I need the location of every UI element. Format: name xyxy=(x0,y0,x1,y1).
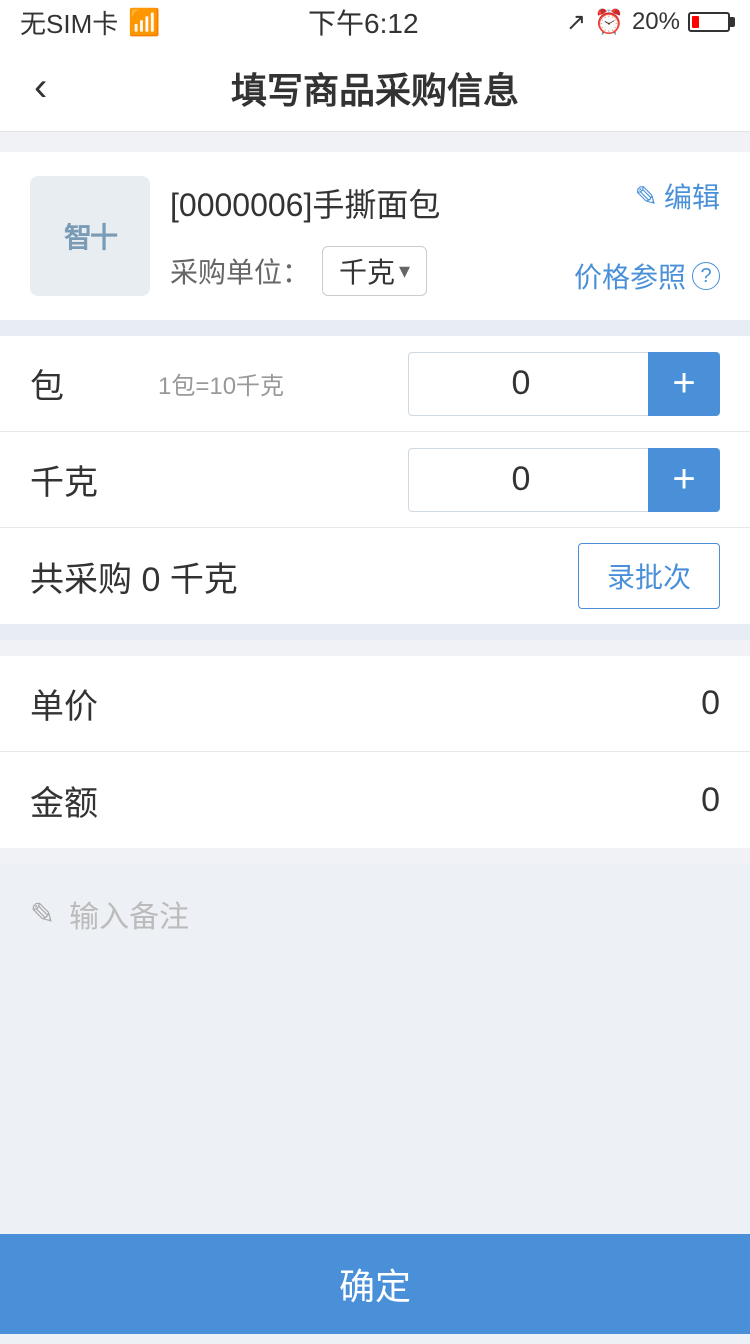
summary-row: 共采购 0 千克 录批次 xyxy=(0,528,750,624)
bao-quantity-input[interactable] xyxy=(408,352,648,416)
carrier-label: 无SIM卡 xyxy=(20,4,118,41)
alarm-icon: ⏰ xyxy=(594,8,624,37)
product-card: 智十 [0000006]手撕面包 采购单位： 千克 ▾ ✎ 编辑 价格参照 ? xyxy=(0,152,750,320)
unit-label: 采购单位： xyxy=(170,251,310,291)
product-image: 智十 xyxy=(30,176,150,296)
summary-text: 共采购 0 千克 xyxy=(30,552,578,601)
status-bar: 无SIM卡 📶 下午6:12 ↗ ⏰ 20% xyxy=(0,0,750,44)
edit-icon: ✎ xyxy=(635,180,658,213)
amount-value: 0 xyxy=(701,781,720,820)
section-divider-2 xyxy=(0,624,750,640)
status-time: 下午6:12 xyxy=(308,2,419,42)
battery-icon xyxy=(688,12,730,32)
status-left: 无SIM卡 📶 xyxy=(20,4,161,41)
kg-label: 千克 xyxy=(30,455,150,504)
summary-prefix: 共采购 xyxy=(30,561,141,599)
dropdown-arrow-icon: ▾ xyxy=(399,258,410,284)
section-divider-1 xyxy=(0,320,750,336)
wifi-icon: 📶 xyxy=(128,7,160,38)
back-button[interactable]: ‹ xyxy=(24,55,57,120)
page-title: 填写商品采购信息 xyxy=(231,62,519,114)
location-icon: ↗ xyxy=(566,8,586,37)
battery-percent: 20% xyxy=(632,8,680,36)
unit-price-value: 0 xyxy=(701,684,720,723)
amount-label: 金额 xyxy=(30,776,701,825)
kg-quantity-input[interactable] xyxy=(408,448,648,512)
unit-value: 千克 xyxy=(339,251,395,291)
nav-bar: ‹ 填写商品采购信息 xyxy=(0,44,750,132)
unit-select[interactable]: 千克 ▾ xyxy=(322,246,427,296)
price-ref-label: 价格参照 xyxy=(574,256,686,296)
kg-plus-button[interactable]: + xyxy=(648,448,720,512)
price-section: 单价 0 金额 0 xyxy=(0,656,750,848)
note-placeholder: 输入备注 xyxy=(69,892,189,936)
amount-row: 金额 0 xyxy=(0,752,750,848)
bao-sublabel: 1包=10千克 xyxy=(158,366,284,401)
price-ref-button[interactable]: 价格参照 ? xyxy=(574,256,720,296)
kg-input-row: 千克 + xyxy=(0,432,750,528)
product-logo: 智十 xyxy=(64,216,116,256)
unit-price-label: 单价 xyxy=(30,679,701,728)
input-section: 包 1包=10千克 + 千克 + xyxy=(0,336,750,528)
pencil-icon: ✎ xyxy=(30,897,55,932)
unit-price-row: 单价 0 xyxy=(0,656,750,752)
summary-unit: 千克 xyxy=(170,561,238,599)
confirm-button[interactable]: 确定 xyxy=(0,1234,750,1334)
bao-plus-button[interactable]: + xyxy=(648,352,720,416)
bao-input-row: 包 1包=10千克 + xyxy=(0,336,750,432)
summary-amount: 0 xyxy=(141,561,169,599)
info-icon: ? xyxy=(692,262,720,290)
edit-button[interactable]: ✎ 编辑 xyxy=(635,176,720,216)
batch-button[interactable]: 录批次 xyxy=(578,543,720,609)
bao-label: 包 xyxy=(30,359,150,408)
status-right: ↗ ⏰ 20% xyxy=(566,8,730,37)
note-section[interactable]: ✎ 输入备注 xyxy=(0,864,750,964)
